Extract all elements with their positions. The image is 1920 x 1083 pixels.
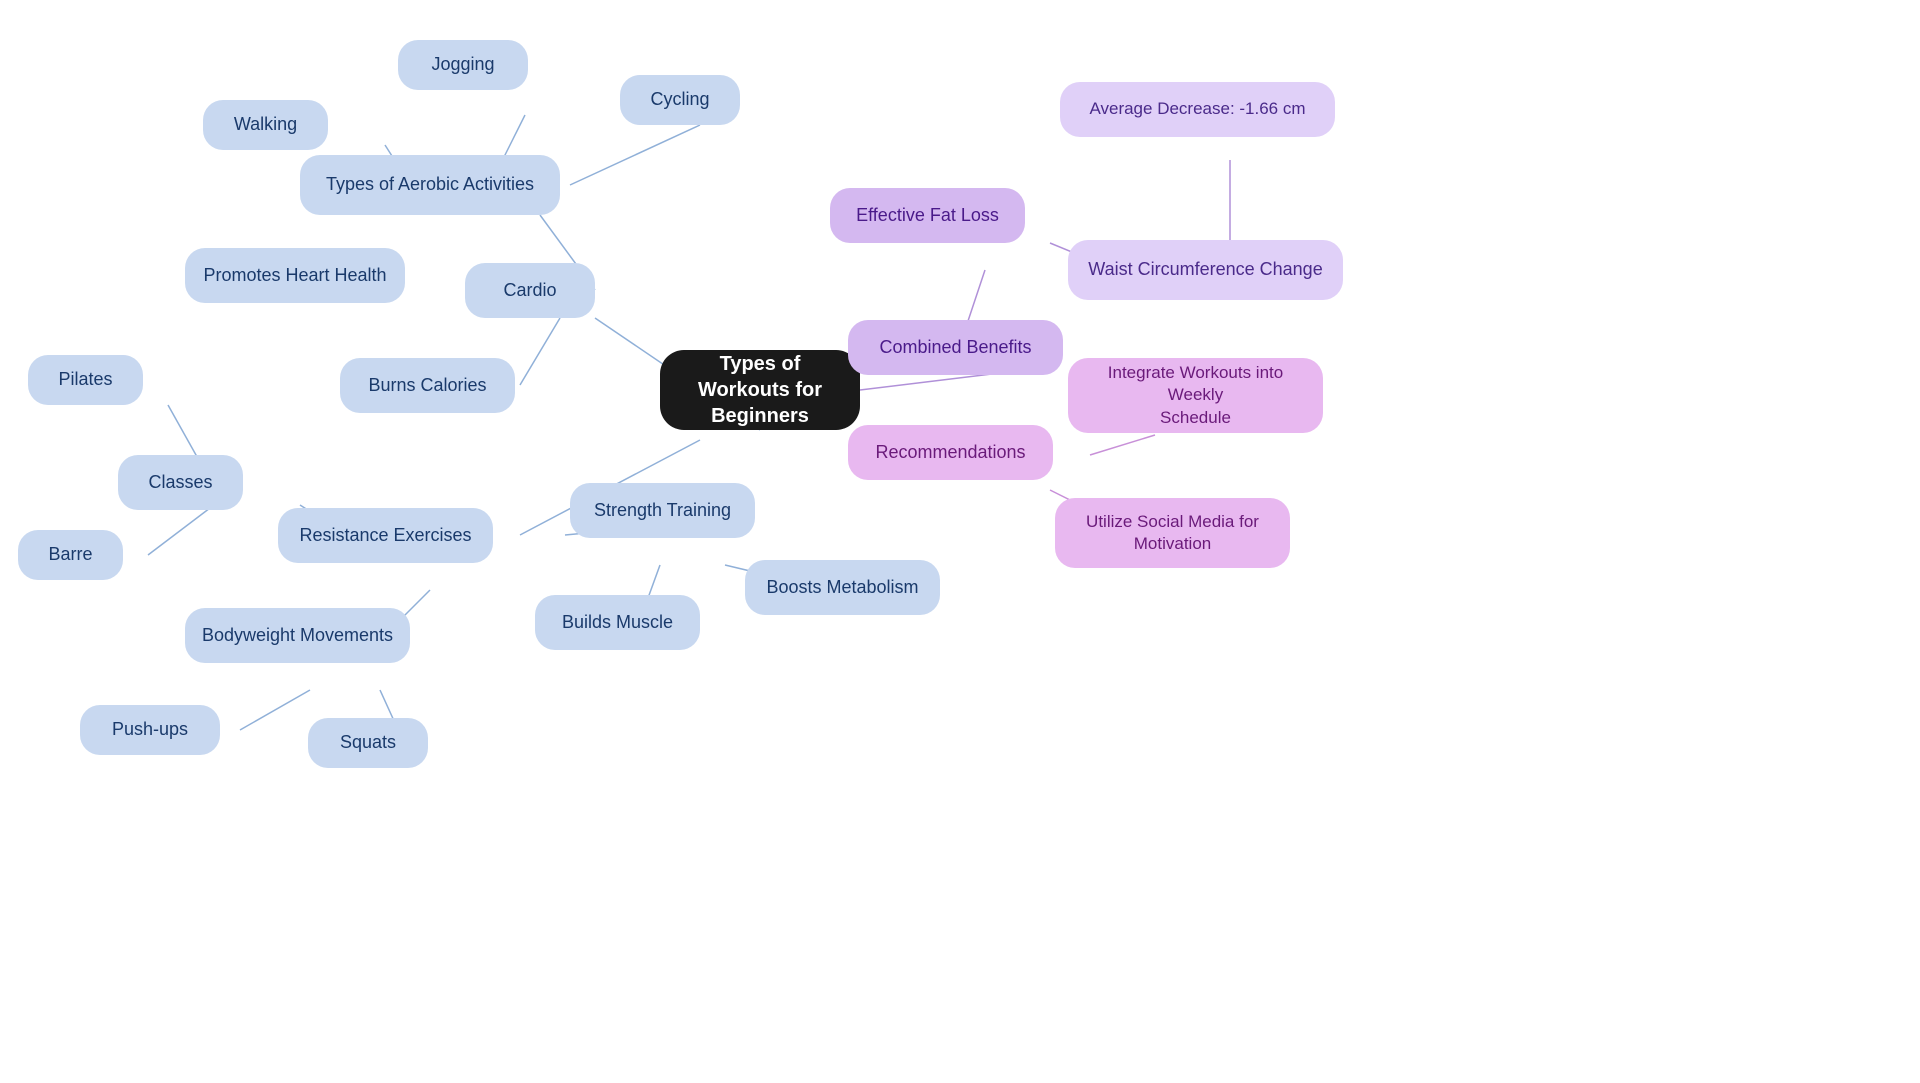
burns-calories-label: Burns Calories <box>368 374 486 397</box>
types-aerobic-node: Types of Aerobic Activities <box>300 155 560 215</box>
effective-fat-loss-node: Effective Fat Loss <box>830 188 1025 243</box>
integrate-label: Integrate Workouts into Weekly Schedule <box>1084 362 1307 428</box>
combined-benefits-label: Combined Benefits <box>879 336 1031 359</box>
promotes-heart-label: Promotes Heart Health <box>203 264 386 287</box>
builds-muscle-label: Builds Muscle <box>562 611 673 634</box>
walking-label: Walking <box>234 113 297 136</box>
pilates-label: Pilates <box>58 368 112 391</box>
promotes-heart-node: Promotes Heart Health <box>185 248 405 303</box>
social-media-node: Utilize Social Media for Motivation <box>1055 498 1290 568</box>
waist-circ-node: Waist Circumference Change <box>1068 240 1343 300</box>
strength-training-label: Strength Training <box>594 499 731 522</box>
jogging-label: Jogging <box>431 53 494 76</box>
strength-training-node: Strength Training <box>570 483 755 538</box>
classes-node: Classes <box>118 455 243 510</box>
burns-calories-node: Burns Calories <box>340 358 515 413</box>
bodyweight-node: Bodyweight Movements <box>185 608 410 663</box>
integrate-node: Integrate Workouts into Weekly Schedule <box>1068 358 1323 433</box>
center-label: Types of Workouts for Beginners <box>676 351 844 429</box>
effective-fat-loss-label: Effective Fat Loss <box>856 204 999 227</box>
cycling-node: Cycling <box>620 75 740 125</box>
boosts-metabolism-node: Boosts Metabolism <box>745 560 940 615</box>
types-aerobic-label: Types of Aerobic Activities <box>326 173 534 196</box>
waist-circ-label: Waist Circumference Change <box>1088 258 1322 281</box>
avg-decrease-node: Average Decrease: -1.66 cm <box>1060 82 1335 137</box>
walking-node: Walking <box>203 100 328 150</box>
boosts-metabolism-label: Boosts Metabolism <box>766 576 918 599</box>
pilates-node: Pilates <box>28 355 143 405</box>
bodyweight-label: Bodyweight Movements <box>202 624 393 647</box>
resistance-node: Resistance Exercises <box>278 508 493 563</box>
jogging-node: Jogging <box>398 40 528 90</box>
classes-label: Classes <box>148 471 212 494</box>
squats-node: Squats <box>308 718 428 768</box>
social-media-label: Utilize Social Media for Motivation <box>1086 511 1259 555</box>
recommendations-label: Recommendations <box>875 441 1025 464</box>
builds-muscle-node: Builds Muscle <box>535 595 700 650</box>
squats-label: Squats <box>340 731 396 754</box>
recommendations-node: Recommendations <box>848 425 1053 480</box>
cycling-label: Cycling <box>650 88 709 111</box>
pushups-node: Push-ups <box>80 705 220 755</box>
resistance-label: Resistance Exercises <box>299 524 471 547</box>
pushups-label: Push-ups <box>112 718 188 741</box>
avg-decrease-label: Average Decrease: -1.66 cm <box>1089 98 1305 120</box>
barre-node: Barre <box>18 530 123 580</box>
cardio-node: Cardio <box>465 263 595 318</box>
cardio-label: Cardio <box>503 279 556 302</box>
combined-benefits-node: Combined Benefits <box>848 320 1063 375</box>
barre-label: Barre <box>48 543 92 566</box>
center-node: Types of Workouts for Beginners <box>660 350 860 430</box>
